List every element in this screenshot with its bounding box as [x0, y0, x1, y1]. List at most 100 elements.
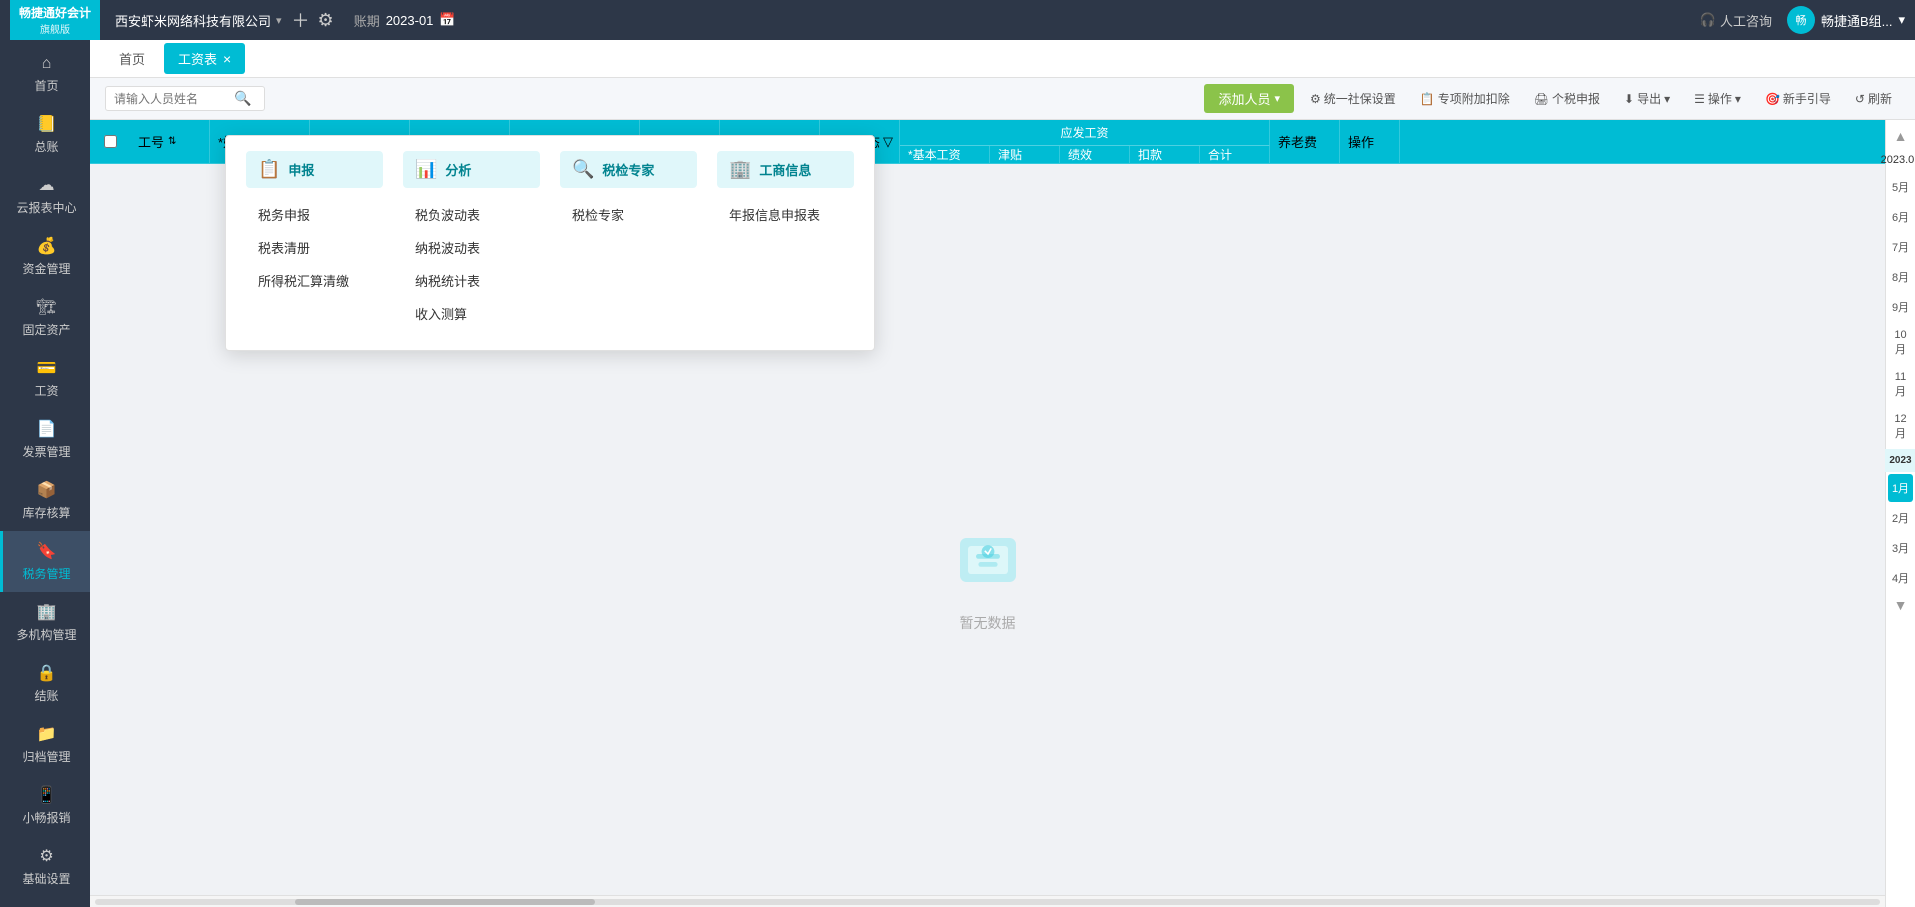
search-input[interactable]	[114, 92, 234, 106]
sidebar-item-multi[interactable]: 🏢 多机构管理	[0, 592, 90, 653]
sidebar-item-guide[interactable]: 🎯 新手引导	[0, 897, 90, 907]
th-total[interactable]: 合计	[1200, 146, 1270, 163]
sidebar-item-label: 首页	[34, 77, 58, 94]
sidebar: ⌂ 首页 📒 总账 ☁ 云报表中心 💰 资金管理 🏗 固定资产 💳 工资 📄 发…	[0, 40, 90, 907]
month-9[interactable]: 9月	[1888, 293, 1913, 321]
tax-dropdown-menu: 📋 申报 税务申报 税表清册 所得税汇算清缴 📊 分析 税负波动表 纳税波动表 …	[225, 135, 875, 351]
sidebar-item-home[interactable]: ⌂ 首页	[0, 45, 90, 104]
th-pension[interactable]: 养老费	[1270, 120, 1340, 163]
menu-tax-declaration[interactable]: 税务申报	[246, 198, 383, 231]
month-3[interactable]: 3月	[1888, 534, 1913, 562]
month-10[interactable]: 10月	[1886, 323, 1915, 363]
home-icon: ⌂	[42, 55, 52, 73]
month-1[interactable]: 1月	[1888, 474, 1913, 502]
sidebar-item-ledger[interactable]: 📒 总账	[0, 104, 90, 165]
social-security-button[interactable]: ⚙ 统一社保设置	[1302, 86, 1404, 111]
menu-annual-report[interactable]: 年报信息申报表	[717, 198, 854, 231]
export-icon: ⬇	[1624, 92, 1634, 106]
user-info[interactable]: 畅 畅捷通B组... ▾	[1787, 6, 1905, 34]
sidebar-item-assets[interactable]: 🏗 固定资产	[0, 287, 90, 348]
sidebar-item-cloud[interactable]: ☁ 云报表中心	[0, 165, 90, 226]
logo-sub: 旗舰版	[40, 21, 70, 36]
month-12[interactable]: 12月	[1886, 407, 1915, 447]
company-name: 西安虾米网络科技有限公司	[115, 11, 271, 30]
menu-income-calculation[interactable]: 收入测算	[403, 297, 540, 330]
month-8[interactable]: 8月	[1888, 263, 1913, 291]
menu-tax-burden-wave[interactable]: 税负波动表	[403, 198, 540, 231]
sidebar-item-inventory[interactable]: 📦 库存核算	[0, 470, 90, 531]
section-taxexpert-title: 税检专家	[602, 160, 654, 179]
sidebar-item-settings[interactable]: ⚙ 基础设置	[0, 836, 90, 897]
special-deduction-icon: 📋	[1420, 92, 1435, 106]
th-performance[interactable]: 绩效	[1060, 146, 1130, 163]
scroll-down-icon[interactable]: ▼	[1891, 594, 1911, 616]
tab-bar: 首页 工资表 ×	[90, 40, 1915, 78]
scrollbar-track	[95, 899, 1880, 905]
sidebar-item-salary[interactable]: 💳 工资	[0, 348, 90, 409]
refresh-label: 刷新	[1868, 90, 1892, 107]
topbar-right: 🎧 人工咨询 畅 畅捷通B组... ▾	[1700, 6, 1905, 34]
menu-income-tax-settlement[interactable]: 所得税汇算清缴	[246, 264, 383, 297]
menu-tax-statistics[interactable]: 纳税统计表	[403, 264, 540, 297]
month-6[interactable]: 6月	[1888, 203, 1913, 231]
sidebar-item-invoice[interactable]: 📄 发票管理	[0, 409, 90, 470]
special-deduction-button[interactable]: 📋 专项附加扣除	[1412, 86, 1518, 111]
service-button[interactable]: 🎧 人工咨询	[1700, 11, 1772, 30]
th-deduction[interactable]: 扣款	[1130, 146, 1200, 163]
month-11[interactable]: 11月	[1886, 365, 1915, 405]
guide-button[interactable]: 🎯 新手引导	[1757, 86, 1839, 111]
personal-tax-icon: 🖨	[1534, 92, 1549, 106]
personal-tax-button[interactable]: 🖨 个税申报	[1526, 86, 1608, 111]
tab-close-icon[interactable]: ×	[223, 51, 231, 67]
menu-tax-table-list[interactable]: 税表清册	[246, 231, 383, 264]
refresh-button[interactable]: ↺ 刷新	[1847, 86, 1900, 111]
xiaochangs-icon: 📱	[37, 785, 57, 805]
sidebar-item-label: 小畅报销	[22, 809, 70, 826]
calendar-icon[interactable]: 📅	[439, 12, 455, 28]
settings-icon: ⚙	[39, 846, 53, 866]
section-businessinfo-title: 工商信息	[759, 160, 811, 179]
company-selector[interactable]: 西安虾米网络科技有限公司 ▾	[115, 11, 282, 30]
tab-salary-table[interactable]: 工资表 ×	[164, 43, 245, 74]
add-icon[interactable]: ＋	[292, 7, 310, 33]
ledger-icon: 📒	[37, 114, 57, 134]
sidebar-item-xiaochangs[interactable]: 📱 小畅报销	[0, 775, 90, 836]
th-allowance[interactable]: 津贴	[990, 146, 1060, 163]
th-salary[interactable]: *基本工资	[900, 146, 990, 163]
sidebar-item-archive[interactable]: 📁 归档管理	[0, 714, 90, 775]
operations-button[interactable]: ☰ 操作 ▾	[1686, 86, 1749, 111]
personal-tax-label: 个税申报	[1552, 90, 1600, 107]
select-all-checkbox[interactable]	[104, 135, 117, 148]
scroll-up-icon[interactable]: ▲	[1891, 125, 1911, 147]
scrollbar-thumb[interactable]	[295, 899, 595, 905]
tab-home[interactable]: 首页	[105, 43, 159, 74]
yf-group-header: 应发工资	[900, 120, 1270, 146]
logo-title: 畅捷通好会计	[19, 4, 91, 21]
social-security-icon: ⚙	[1310, 92, 1321, 106]
sidebar-item-closing[interactable]: 🔒 结账	[0, 653, 90, 714]
month-2[interactable]: 2月	[1888, 504, 1913, 532]
sidebar-item-label: 总账	[34, 138, 58, 155]
th-id[interactable]: 工号⇅	[130, 120, 210, 163]
month-4[interactable]: 4月	[1888, 564, 1913, 592]
guide-label: 新手引导	[1783, 90, 1831, 107]
th-ops[interactable]: 操作	[1340, 120, 1400, 163]
month-5[interactable]: 5月	[1888, 173, 1913, 201]
export-button[interactable]: ⬇ 导出 ▾	[1616, 86, 1678, 111]
settings-icon[interactable]: ⚙	[318, 10, 334, 31]
sidebar-item-tax[interactable]: 🔖 税务管理	[0, 531, 90, 592]
tab-home-label: 首页	[119, 52, 145, 67]
horizontal-scrollbar[interactable]	[90, 895, 1885, 907]
th-checkbox[interactable]	[90, 120, 130, 163]
section-declaration: 📋 申报 税务申报 税表清册 所得税汇算清缴	[246, 151, 383, 330]
month-7[interactable]: 7月	[1888, 233, 1913, 261]
section-analysis-header: 📊 分析	[403, 151, 540, 188]
search-icon: 🔍	[234, 90, 251, 107]
add-person-button[interactable]: 添加人员 ▾	[1204, 84, 1294, 113]
sidebar-item-label: 工资	[34, 382, 58, 399]
section-analysis: 📊 分析 税负波动表 纳税波动表 纳税统计表 收入测算	[403, 151, 540, 330]
topbar: 畅捷通好会计 旗舰版 西安虾米网络科技有限公司 ▾ ＋ ⚙ 账期 2023-01…	[0, 0, 1915, 40]
menu-tax-wave[interactable]: 纳税波动表	[403, 231, 540, 264]
sidebar-item-fund[interactable]: 💰 资金管理	[0, 226, 90, 287]
menu-tax-expert[interactable]: 税检专家	[560, 198, 697, 231]
